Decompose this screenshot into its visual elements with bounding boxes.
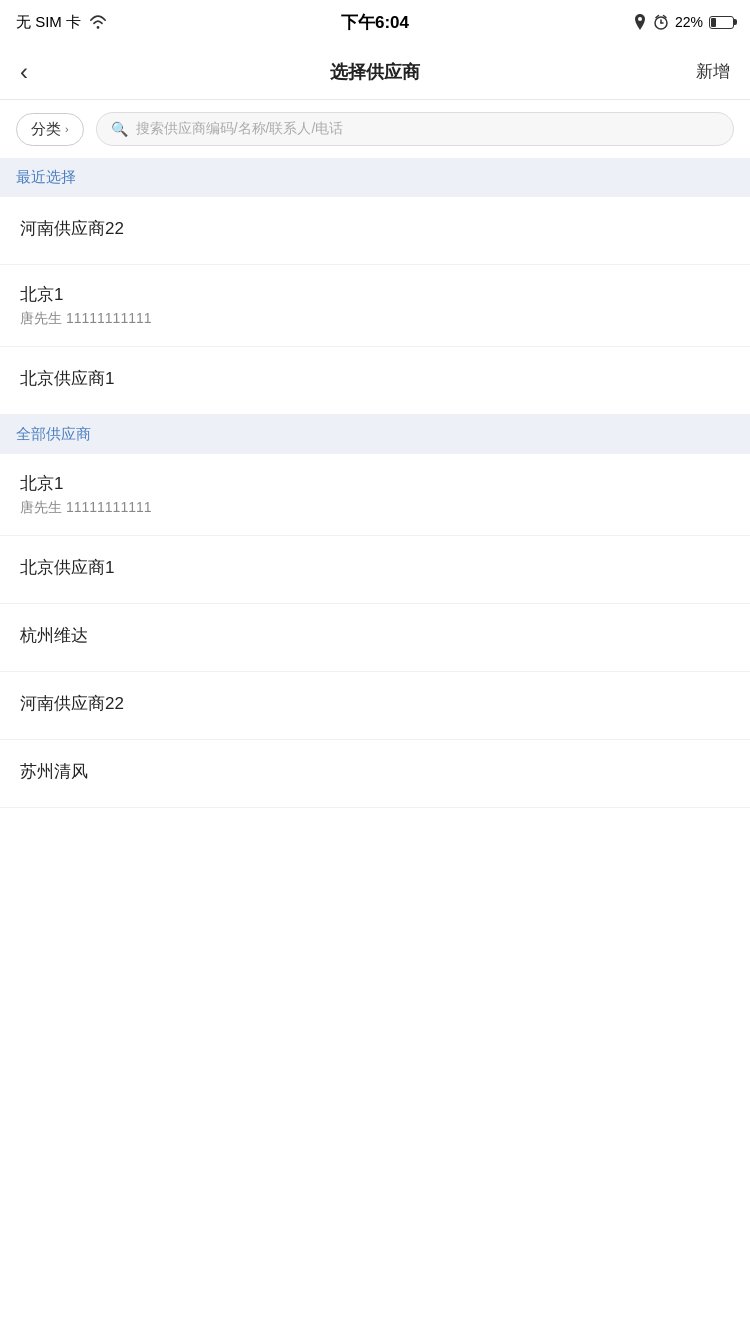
search-placeholder: 搜索供应商编码/名称/联系人/电话 xyxy=(136,120,344,138)
wifi-icon xyxy=(89,15,107,29)
supplier-name: 北京1 xyxy=(20,472,730,495)
sim-label: 无 SIM 卡 xyxy=(16,13,81,32)
all-supplier-list: 北京1 唐先生 11111111111 北京供应商1 杭州维达河南供应商22 苏州清风 xyxy=(0,454,750,808)
page-title: 选择供应商 xyxy=(330,60,420,84)
recent-section-header: 最近选择 xyxy=(0,158,750,197)
list-item[interactable]: 河南供应商22 xyxy=(0,672,750,740)
search-icon: 🔍 xyxy=(111,121,128,137)
status-time: 下午6:04 xyxy=(341,11,409,34)
category-filter-button[interactable]: 分类 › xyxy=(16,113,84,146)
all-section-header: 全部供应商 xyxy=(0,415,750,454)
supplier-name: 北京供应商1 xyxy=(20,367,730,390)
search-input-box[interactable]: 🔍 搜索供应商编码/名称/联系人/电话 xyxy=(96,112,734,146)
battery-pct: 22% xyxy=(675,14,703,30)
recent-supplier-list: 河南供应商22 北京1 唐先生 11111111111 北京供应商1 xyxy=(0,197,750,415)
chevron-right-icon: › xyxy=(65,123,69,135)
category-label: 分类 xyxy=(31,120,61,139)
battery-icon xyxy=(709,16,734,29)
list-item[interactable]: 北京供应商1 xyxy=(0,536,750,604)
supplier-name: 河南供应商22 xyxy=(20,692,730,715)
list-item[interactable]: 杭州维达 xyxy=(0,604,750,672)
status-bar: 无 SIM 卡 下午6:04 22% xyxy=(0,0,750,44)
list-item[interactable]: 北京供应商1 xyxy=(0,347,750,415)
filter-bar: 分类 › 🔍 搜索供应商编码/名称/联系人/电话 xyxy=(0,100,750,158)
list-item[interactable]: 北京1 唐先生 11111111111 xyxy=(0,454,750,536)
add-button[interactable]: 新增 xyxy=(696,60,730,83)
alarm-icon xyxy=(653,14,669,30)
svg-point-0 xyxy=(638,17,642,21)
back-button[interactable]: ‹ xyxy=(12,50,36,94)
location-icon xyxy=(633,14,647,30)
status-left: 无 SIM 卡 xyxy=(16,13,107,32)
status-right: 22% xyxy=(633,14,734,30)
supplier-name: 北京1 xyxy=(20,283,730,306)
supplier-name: 苏州清风 xyxy=(20,760,730,783)
supplier-contact: 唐先生 11111111111 xyxy=(20,310,730,328)
list-item[interactable]: 河南供应商22 xyxy=(0,197,750,265)
list-item[interactable]: 北京1 唐先生 11111111111 xyxy=(0,265,750,347)
supplier-contact: 唐先生 11111111111 xyxy=(20,499,730,517)
nav-bar: ‹ 选择供应商 新增 xyxy=(0,44,750,100)
list-item[interactable]: 苏州清风 xyxy=(0,740,750,808)
supplier-name: 河南供应商22 xyxy=(20,217,730,240)
supplier-name: 北京供应商1 xyxy=(20,556,730,579)
supplier-name: 杭州维达 xyxy=(20,624,730,647)
